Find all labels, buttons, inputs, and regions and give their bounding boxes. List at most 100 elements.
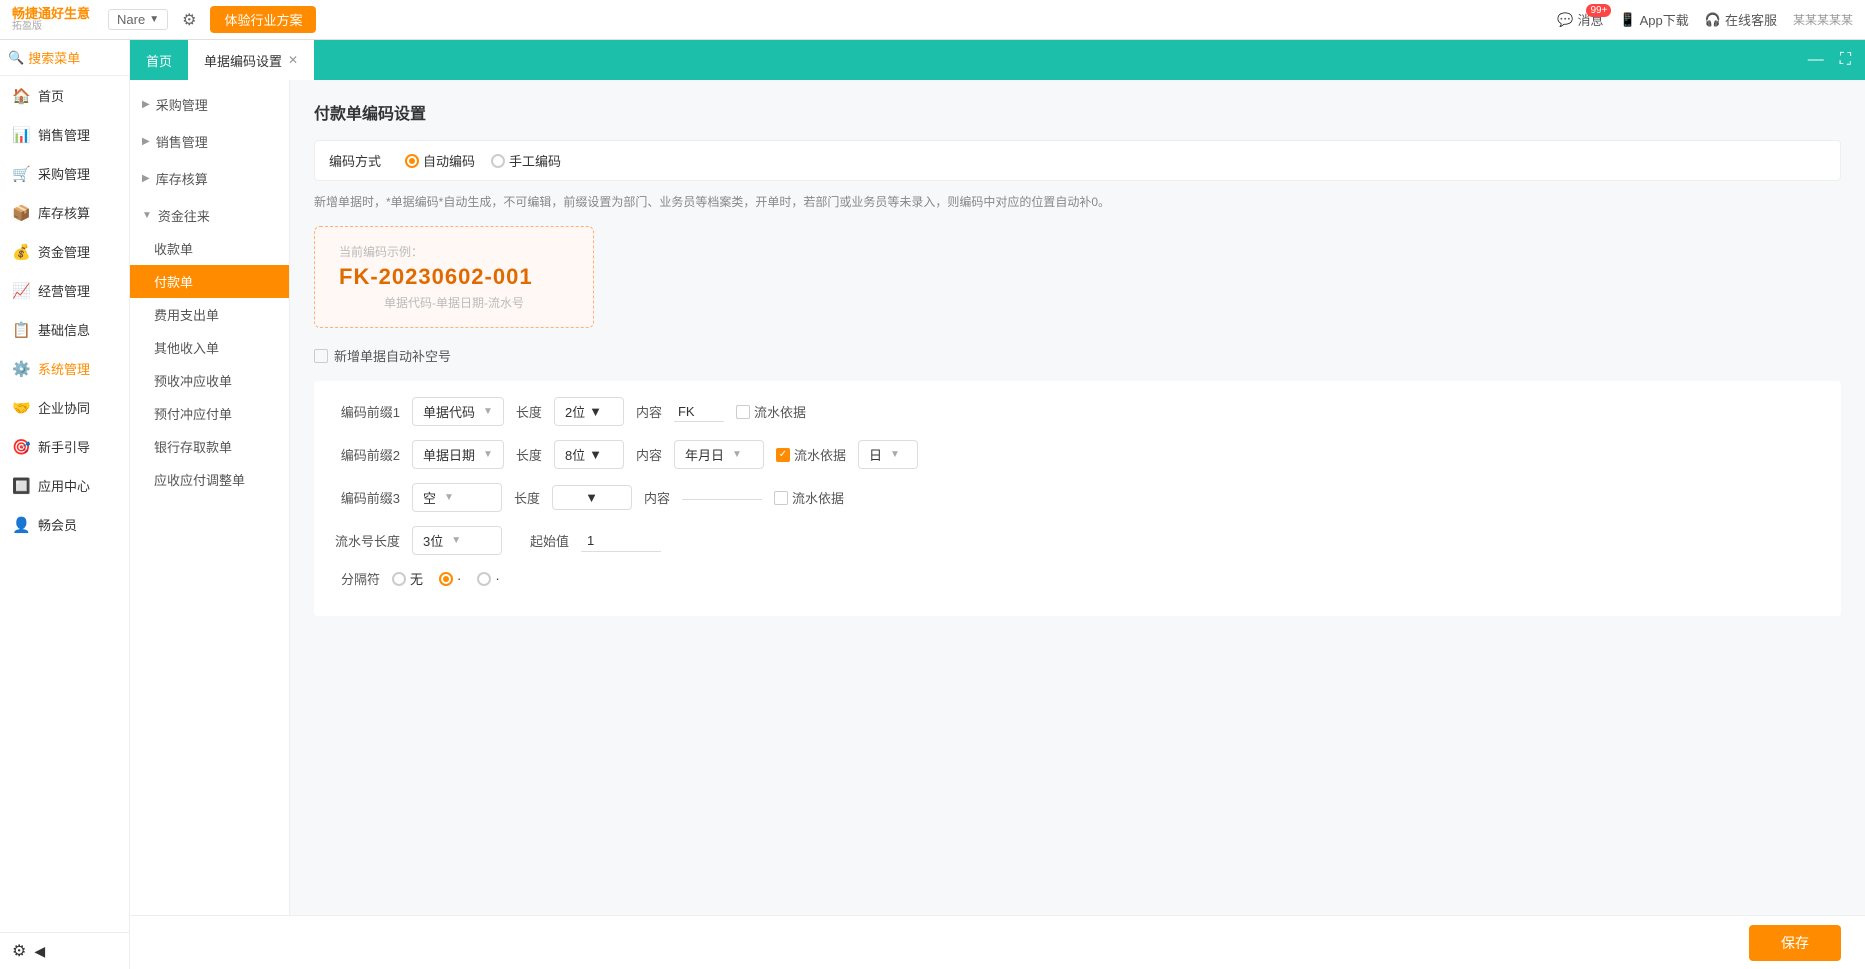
sidebar-item-guide[interactable]: 🎯 新手引导 (0, 427, 129, 466)
settings-icon[interactable]: ⚙ (176, 8, 202, 32)
sidebar-item-enterprise[interactable]: 🤝 企业协同 (0, 388, 129, 427)
main-panel: 付款单编码设置 编码方式 自动编码 手工编码 新增单据时，*单据编码*自动生成，… (290, 80, 1865, 915)
page-title: 付款单编码设置 (314, 100, 1841, 124)
sidebar-item-operations[interactable]: 📈 经营管理 (0, 271, 129, 310)
sep-other-option[interactable]: · (477, 571, 499, 586)
sec-group-header-inventory[interactable]: ▶ 库存核算 (130, 162, 289, 195)
sidebar-item-member[interactable]: 👤 畅会员 (0, 505, 129, 544)
sidebar-settings-icon[interactable]: ⚙ (12, 941, 26, 961)
auto-fill-row: 新增单据自动补空号 (314, 346, 1841, 365)
chevron-right-icon3: ▶ (142, 173, 150, 184)
app-center-icon: 🔲 (12, 477, 30, 495)
sep-none-radio[interactable] (392, 572, 406, 586)
sec-group-header-sales[interactable]: ▶ 销售管理 (130, 125, 289, 158)
app-download-button[interactable]: 📱 App下载 (1619, 10, 1688, 29)
tabbar: 首页 单据编码设置 ✕ — ⛶ (130, 40, 1865, 80)
sec-group-header-finance[interactable]: ▼ 资金往来 (130, 199, 289, 232)
prefix3-label: 编码前缀3 (330, 488, 400, 507)
sep-other-radio[interactable] (477, 572, 491, 586)
serial3-checkbox[interactable] (774, 491, 788, 505)
serial2-period-select[interactable]: 日 ▼ (858, 440, 918, 469)
tab-encode-settings[interactable]: 单据编码设置 ✕ (188, 40, 314, 80)
content-area: ▶ 采购管理 ▶ 销售管理 ▶ 库存核算 (130, 80, 1865, 915)
sec-item-adjust[interactable]: 应收应付调整单 (130, 463, 289, 496)
tab-home[interactable]: 首页 (130, 40, 188, 80)
logo: 畅捷通好生意 拓盈版 (12, 7, 90, 32)
trial-button[interactable]: 体验行业方案 (210, 6, 316, 33)
serial-length-row: 流水号长度 3位 ▼ 起始值 (330, 526, 1825, 555)
serial-length-arrow-icon: ▼ (451, 535, 461, 546)
auto-fill-checkbox[interactable] (314, 349, 328, 363)
sec-item-other-income[interactable]: 其他收入单 (130, 331, 289, 364)
content2-select[interactable]: 年月日 ▼ (674, 440, 764, 469)
start-value-input[interactable] (581, 530, 661, 552)
sep-dot-radio[interactable] (439, 572, 453, 586)
preview-label: 当前编码示例： (339, 243, 569, 260)
serial-length-select[interactable]: 3位 ▼ (412, 526, 502, 555)
sec-group-header-purchase[interactable]: ▶ 采购管理 (130, 88, 289, 121)
chevron-right-icon: ▶ (142, 99, 150, 110)
manual-encode-radio[interactable] (491, 154, 505, 168)
chevron-right-icon2: ▶ (142, 136, 150, 147)
guide-icon: 🎯 (12, 438, 30, 456)
serial3-checkbox-row: 流水依据 (774, 488, 844, 507)
tab-close-icon[interactable]: ✕ (288, 53, 298, 67)
sidebar-item-finance[interactable]: 💰 资金管理 (0, 232, 129, 271)
service-button[interactable]: 🎧 在线客服 (1705, 10, 1777, 29)
sec-item-prepaid-pay[interactable]: 预付冲应付单 (130, 397, 289, 430)
sec-item-expense[interactable]: 费用支出单 (130, 298, 289, 331)
chevron-down-icon2: ▼ (142, 210, 152, 221)
sep-dot-option[interactable]: · (439, 571, 461, 586)
sidebar-collapse-icon[interactable]: ◀ (34, 943, 45, 960)
search-menu-button[interactable]: 🔍 搜索菜单 (0, 40, 129, 76)
content1-label: 内容 (636, 402, 662, 421)
content1-value: FK (674, 402, 724, 422)
sec-group-finance: ▼ 资金往来 收款单 付款单 费用支出单 其他收入单 预收冲应收单 预付冲应付单… (130, 199, 289, 496)
save-button[interactable]: 保存 (1749, 925, 1841, 961)
user-info[interactable]: 某某某某某 (1793, 11, 1853, 28)
message-icon: 💬 (1557, 12, 1573, 28)
preview-box: 当前编码示例： FK-20230602-001 单据代码-单据日期-流水号 (314, 226, 594, 328)
left-sidebar: 🔍 搜索菜单 🏠 首页 📊 销售管理 🛒 采购管理 📦 库存核算 💰 资金管理 … (0, 40, 130, 969)
length3-select[interactable]: ▼ (552, 485, 632, 510)
length1-select[interactable]: 2位 ▼ (554, 397, 624, 426)
sidebar-item-purchase[interactable]: 🛒 采购管理 (0, 154, 129, 193)
prefix3-arrow-icon: ▼ (444, 492, 454, 503)
serial1-label: 流水依据 (754, 402, 806, 421)
prefix2-select[interactable]: 单据日期 ▼ (412, 440, 504, 469)
finance-icon: 💰 (12, 243, 30, 261)
sec-item-prepaid-collect[interactable]: 预收冲应收单 (130, 364, 289, 397)
prefix3-select[interactable]: 空 ▼ (412, 483, 502, 512)
inventory-icon: 📦 (12, 204, 30, 222)
tabbar-minimize-button[interactable]: — (1802, 49, 1830, 71)
sep-none-option[interactable]: 无 (392, 569, 423, 588)
sec-item-bank[interactable]: 银行存取款单 (130, 430, 289, 463)
serial2-checkbox[interactable]: ✓ (776, 448, 790, 462)
topbar: 畅捷通好生意 拓盈版 Nare ▼ ⚙ 体验行业方案 💬 消息 99+ 📱 Ap… (0, 0, 1865, 40)
content2-label: 内容 (636, 445, 662, 464)
sidebar-item-home[interactable]: 🏠 首页 (0, 76, 129, 115)
serial1-checkbox[interactable] (736, 405, 750, 419)
sec-item-receipt[interactable]: 收款单 (130, 232, 289, 265)
prefix1-select[interactable]: 单据代码 ▼ (412, 397, 504, 426)
length1-label: 长度 (516, 402, 542, 421)
sidebar-item-basic-info[interactable]: 📋 基础信息 (0, 310, 129, 349)
home-icon: 🏠 (12, 87, 30, 105)
sidebar-item-app-center[interactable]: 🔲 应用中心 (0, 466, 129, 505)
member-icon: 👤 (12, 516, 30, 534)
sales-icon: 📊 (12, 126, 30, 144)
manual-encode-option[interactable]: 手工编码 (491, 151, 561, 170)
separator-label: 分隔符 (330, 569, 380, 588)
purchase-icon: 🛒 (12, 165, 30, 183)
company-select[interactable]: Nare ▼ (108, 9, 168, 30)
sec-item-payment[interactable]: 付款单 (130, 265, 289, 298)
sidebar-item-sales[interactable]: 📊 销售管理 (0, 115, 129, 154)
auto-encode-option[interactable]: 自动编码 (405, 151, 475, 170)
tabbar-maximize-button[interactable]: ⛶ (1834, 49, 1857, 71)
auto-encode-radio[interactable] (405, 154, 419, 168)
message-button[interactable]: 💬 消息 99+ (1557, 10, 1603, 29)
sidebar-item-inventory[interactable]: 📦 库存核算 (0, 193, 129, 232)
sidebar-item-system[interactable]: ⚙️ 系统管理 (0, 349, 129, 388)
info-text: 新增单据时，*单据编码*自动生成，不可编辑，前缀设置为部门、业务员等档案类，开单… (314, 193, 1841, 212)
length2-select[interactable]: 8位 ▼ (554, 440, 624, 469)
